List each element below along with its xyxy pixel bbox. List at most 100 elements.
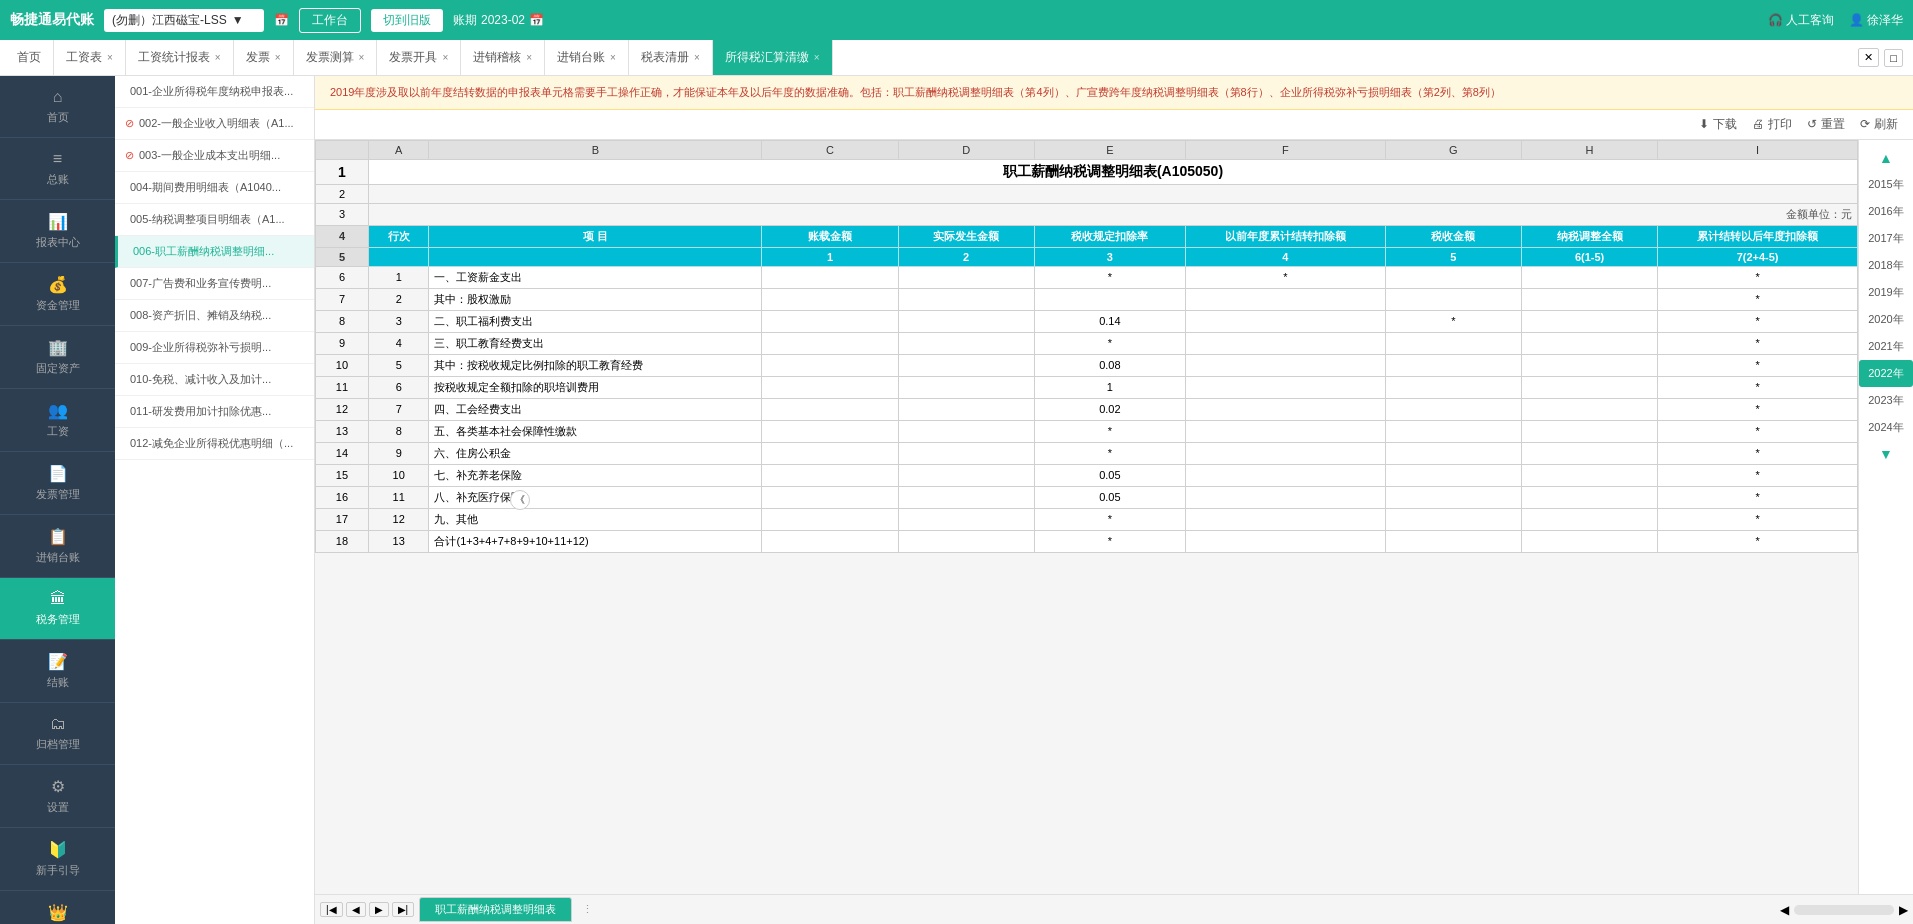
- sheet-options-icon[interactable]: ⋮: [582, 903, 593, 916]
- close-icon[interactable]: ×: [526, 52, 532, 63]
- sidebar-item-general-ledger[interactable]: ≡ 总账: [0, 138, 115, 200]
- top-right: 🎧 人工客询 👤 徐泽华: [1768, 12, 1903, 29]
- user-name: 徐泽华: [1867, 12, 1903, 29]
- user-info[interactable]: 👤 徐泽华: [1849, 12, 1903, 29]
- header-shuishou: 税收规定扣除率: [1034, 225, 1185, 247]
- header-shiji: 实际发生金额: [898, 225, 1034, 247]
- left-panel-item-012[interactable]: 012-减免企业所得税优惠明细（...: [115, 428, 314, 460]
- reset-button[interactable]: ↺ 重置: [1807, 116, 1845, 133]
- left-panel-item-010[interactable]: 010-免税、减计收入及加计...: [115, 364, 314, 396]
- close-icon[interactable]: ×: [107, 52, 113, 63]
- sidebar-label-archive: 归档管理: [36, 737, 80, 752]
- tab-income-tax[interactable]: 所得税汇算清缴×: [713, 40, 833, 76]
- tab-invoice-issue[interactable]: 发票开具×: [377, 40, 461, 76]
- left-panel-item-003[interactable]: ⊘ 003-一般企业成本支出明细...: [115, 140, 314, 172]
- year-item-2016[interactable]: 2016年: [1859, 198, 1913, 225]
- right-arrow-icon[interactable]: ▶: [1899, 903, 1908, 917]
- tab-payroll[interactable]: 工资表×: [54, 40, 126, 76]
- tab-invoice[interactable]: 发票×: [234, 40, 294, 76]
- close-icon[interactable]: ×: [694, 52, 700, 63]
- close-icon[interactable]: ×: [814, 52, 820, 63]
- spreadsheet-wrapper[interactable]: A B C D E F G H I: [315, 140, 1858, 895]
- archive-icon: 🗂: [50, 715, 66, 733]
- collapse-left-panel-button[interactable]: 《: [510, 490, 530, 510]
- close-icon[interactable]: ×: [610, 52, 616, 63]
- col-b-header: B: [429, 140, 762, 159]
- sheet-tab-main[interactable]: 职工薪酬纳税调整明细表: [419, 897, 572, 922]
- left-panel-item-007[interactable]: 007-广告费和业务宣传费明...: [115, 268, 314, 300]
- maximize-tab-button[interactable]: □: [1884, 49, 1903, 67]
- workbench-button[interactable]: 工作台: [299, 8, 361, 33]
- tab-tax-list[interactable]: 税表清册×: [629, 40, 713, 76]
- sidebar-item-member[interactable]: 👑 畅会员: [0, 891, 115, 924]
- sheet-nav-prev-button[interactable]: ◀: [346, 902, 366, 917]
- sidebar-item-asset-mgmt[interactable]: 💰 资金管理: [0, 263, 115, 326]
- left-panel-item-008[interactable]: 008-资产折旧、摊销及纳税...: [115, 300, 314, 332]
- year-item-2022[interactable]: 2022年: [1859, 360, 1913, 387]
- year-item-2024[interactable]: 2024年: [1859, 414, 1913, 441]
- tab-sales-audit[interactable]: 进销稽核×: [461, 40, 545, 76]
- sidebar-item-payroll[interactable]: 👥 工资: [0, 389, 115, 452]
- year-nav-up-button[interactable]: ▲: [1874, 145, 1898, 171]
- year-item-2021[interactable]: 2021年: [1859, 333, 1913, 360]
- left-panel-item-005[interactable]: 005-纳税调整项目明细表（A1...: [115, 204, 314, 236]
- sidebar-label-payroll: 工资: [47, 424, 69, 439]
- subheader-7: 7(2+4-5): [1658, 247, 1858, 266]
- toolbar: ⬇ 下载 🖨 打印 ↺ 重置 ⟳ 刷新: [315, 110, 1913, 140]
- sheet-nav-first-button[interactable]: |◀: [320, 902, 343, 917]
- year-item-2020[interactable]: 2020年: [1859, 306, 1913, 333]
- close-icon[interactable]: ×: [215, 52, 221, 63]
- company-name: (勿删）江西磁宝-LSS: [112, 12, 227, 29]
- left-panel-item-011[interactable]: 011-研发费用加计扣除优惠...: [115, 396, 314, 428]
- left-panel-item-004[interactable]: 004-期间费用明细表（A1040...: [115, 172, 314, 204]
- tab-invoice-calc[interactable]: 发票测算×: [294, 40, 378, 76]
- year-nav-down-button[interactable]: ▼: [1874, 441, 1898, 467]
- download-button[interactable]: ⬇ 下载: [1699, 116, 1737, 133]
- year-item-2015[interactable]: 2015年: [1859, 171, 1913, 198]
- sidebar-item-settlement[interactable]: 📝 结账: [0, 640, 115, 703]
- sidebar-item-settings[interactable]: ⚙ 设置: [0, 765, 115, 828]
- settlement-icon: 📝: [48, 652, 68, 671]
- year-item-2023[interactable]: 2023年: [1859, 387, 1913, 414]
- sidebar-item-report-center[interactable]: 📊 报表中心: [0, 200, 115, 263]
- sheet-nav-next-button[interactable]: ▶: [369, 902, 389, 917]
- left-arrow-icon[interactable]: ◀: [1780, 903, 1789, 917]
- close-icon[interactable]: ×: [359, 52, 365, 63]
- sidebar-item-archive[interactable]: 🗂 归档管理: [0, 703, 115, 765]
- sidebar-item-new-guide[interactable]: 🔰 新手引导: [0, 828, 115, 891]
- payroll-icon: 👥: [48, 401, 68, 420]
- refresh-button[interactable]: ⟳ 刷新: [1860, 116, 1898, 133]
- year-item-2019[interactable]: 2019年: [1859, 279, 1913, 306]
- close-icon[interactable]: ×: [275, 52, 281, 63]
- year-item-2017[interactable]: 2017年: [1859, 225, 1913, 252]
- close-tab-button[interactable]: ✕: [1858, 48, 1879, 67]
- print-button[interactable]: 🖨 打印: [1752, 116, 1792, 133]
- old-version-button[interactable]: 切到旧版: [371, 9, 443, 32]
- sidebar-item-fixed-assets[interactable]: 🏢 固定资产: [0, 326, 115, 389]
- horizontal-scrollbar[interactable]: [1794, 905, 1894, 915]
- tab-payroll-stats[interactable]: 工资统计报表×: [126, 40, 234, 76]
- item-label-005: 005-纳税调整项目明细表（A1...: [130, 212, 285, 227]
- sidebar-item-tax-mgmt[interactable]: 🏛 税务管理: [0, 578, 115, 640]
- subheader-2: 2: [898, 247, 1034, 266]
- year-item-2018[interactable]: 2018年: [1859, 252, 1913, 279]
- sidebar-item-invoice-mgmt[interactable]: 📄 发票管理: [0, 452, 115, 515]
- left-panel-item-001[interactable]: 001-企业所得税年度纳税申报表...: [115, 76, 314, 108]
- item-icon-002: ⊘: [125, 117, 134, 130]
- spreadsheet-title: 职工薪酬纳税调整明细表(A105050): [368, 159, 1857, 184]
- tab-home[interactable]: 首页: [5, 40, 54, 76]
- tab-sales-ledger[interactable]: 进销台账×: [545, 40, 629, 76]
- company-selector[interactable]: (勿删）江西磁宝-LSS ▼: [104, 9, 264, 32]
- item-label-010: 010-免税、减计收入及加计...: [130, 372, 271, 387]
- close-icon[interactable]: ×: [442, 52, 448, 63]
- spreadsheet: A B C D E F G H I: [315, 140, 1858, 553]
- left-panel-item-002[interactable]: ⊘ 002-一般企业收入明细表（A1...: [115, 108, 314, 140]
- sidebar-item-sales-ledger[interactable]: 📋 进销台账: [0, 515, 115, 578]
- left-panel-item-006[interactable]: 006-职工薪酬纳税调整明细...: [115, 236, 314, 268]
- left-panel-item-009[interactable]: 009-企业所得税弥补亏损明...: [115, 332, 314, 364]
- sidebar-item-home[interactable]: ⌂ 首页: [0, 76, 115, 138]
- customer-service-btn[interactable]: 🎧 人工客询: [1768, 12, 1834, 29]
- col-h-header: H: [1521, 140, 1657, 159]
- top-header: 畅捷通易代账 (勿删）江西磁宝-LSS ▼ 📅 工作台 切到旧版 账期 2023…: [0, 0, 1913, 40]
- sheet-nav-last-button[interactable]: ▶|: [392, 902, 415, 917]
